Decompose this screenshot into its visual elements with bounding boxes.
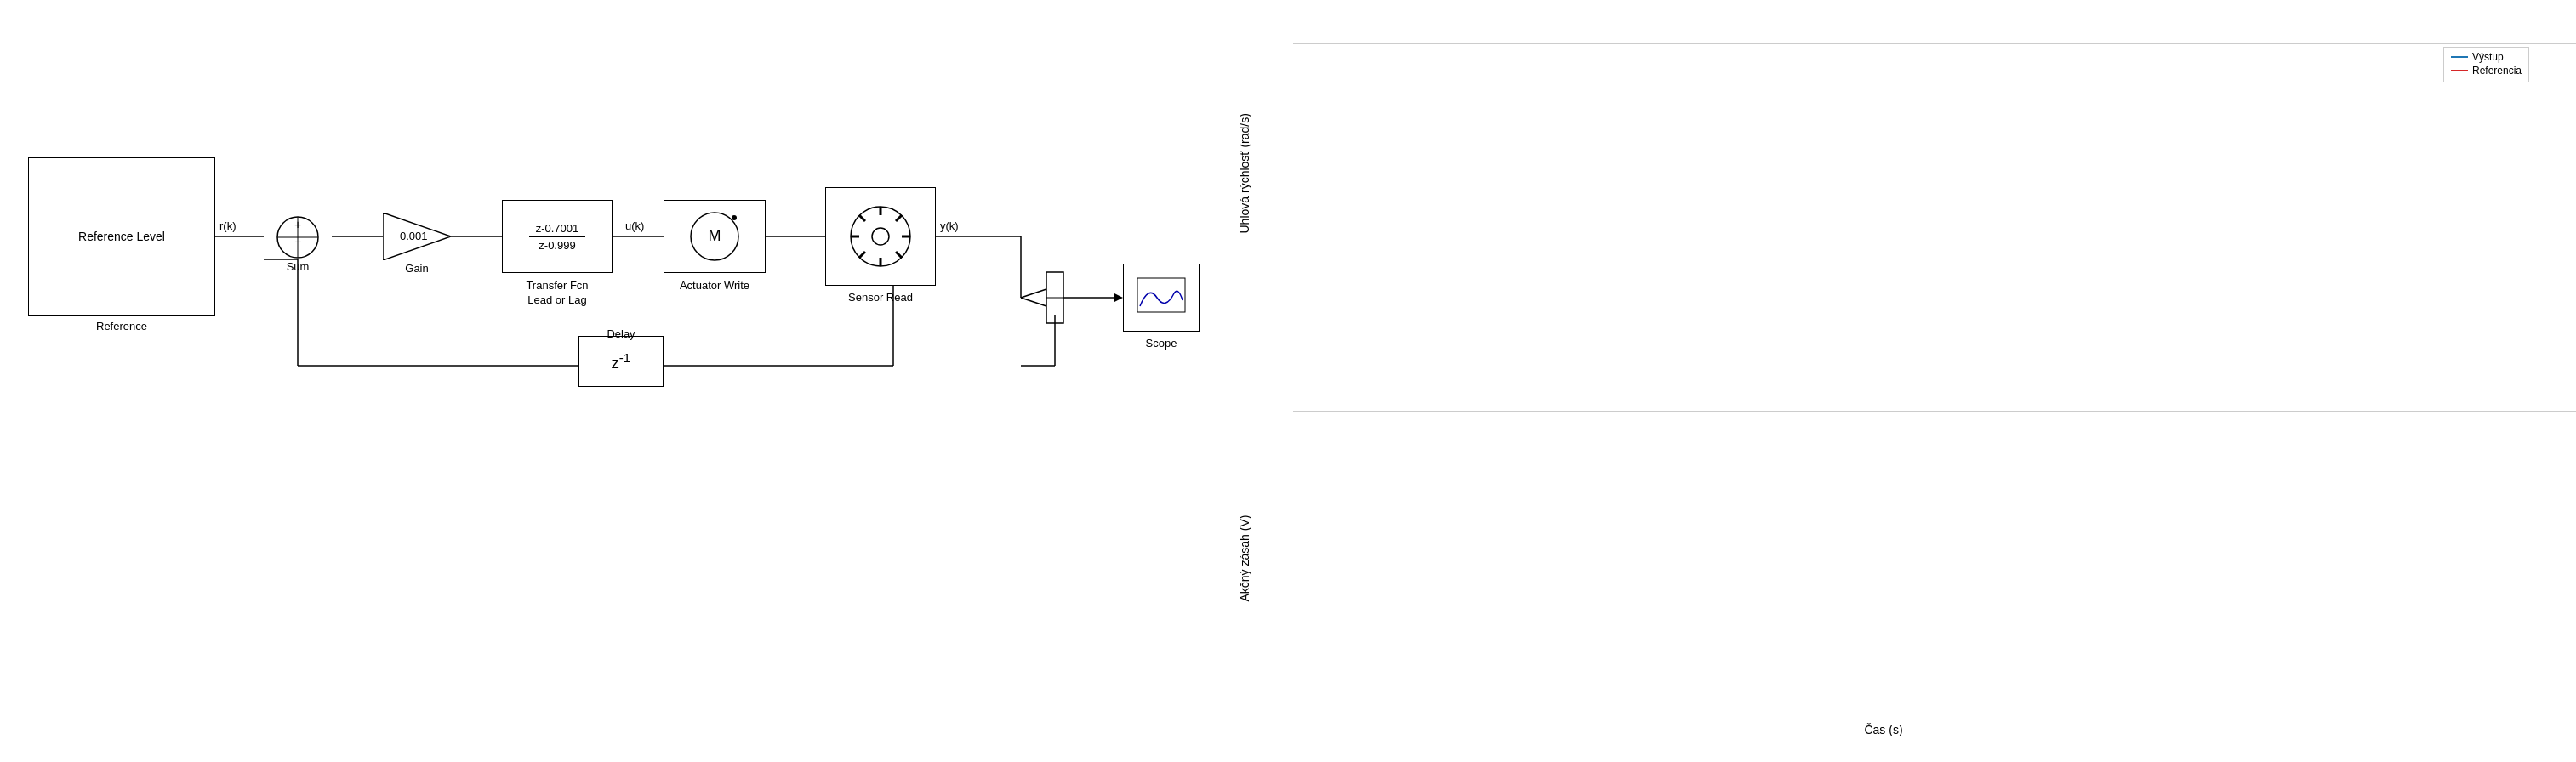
actuator-write-block: M xyxy=(664,200,766,273)
chart2-area: 0 2 4 6 8 10 12 14 16 18 20 1 2 3 4 5 xyxy=(1293,411,2576,412)
legend1-reference: Referencia xyxy=(2472,65,2522,77)
chart2-xlabel: Čas (s) xyxy=(1864,723,1902,736)
svg-line-11 xyxy=(1021,298,1046,306)
tf-denominator: z-0.999 xyxy=(532,237,582,253)
svg-marker-17 xyxy=(1114,293,1123,302)
sensor-read-block xyxy=(825,187,936,286)
svg-text:M: M xyxy=(709,227,721,244)
svg-point-33 xyxy=(732,215,737,220)
gain-block: 0.001 Gain xyxy=(383,213,451,260)
svg-point-35 xyxy=(872,228,889,245)
chart1: Uhlová rýchlosť (rad/s) xyxy=(1217,17,2550,377)
scope-label: Scope xyxy=(1123,337,1200,350)
sensor-label: Sensor Read xyxy=(825,291,936,304)
sum-block: + − Sum xyxy=(264,216,332,259)
svg-text:0.001: 0.001 xyxy=(400,230,428,242)
svg-text:r(k): r(k) xyxy=(219,219,237,232)
transfer-fcn-block: z-0.7001 z-0.999 xyxy=(502,200,613,273)
reference-label: Reference Level xyxy=(78,230,165,243)
chart2-ylabel: Akčný zásah (V) xyxy=(1238,529,1251,601)
svg-text:y(k): y(k) xyxy=(940,219,959,232)
charts-panel: Uhlová rýchlosť (rad/s) xyxy=(1191,0,2576,762)
chart1-ylabel: Uhlová rýchlosť (rad/s) xyxy=(1238,161,1251,233)
svg-rect-44 xyxy=(1137,278,1185,312)
tf-label: Transfer FcnLead or Lag xyxy=(502,279,613,308)
gain-label: Gain xyxy=(383,262,451,275)
delay-value: z-1 xyxy=(612,350,630,372)
delay-block: z-1 xyxy=(578,336,664,387)
legend1-output: Výstup xyxy=(2472,51,2504,63)
simulink-diagram: r(k) u(k) y(k) xyxy=(0,0,1191,762)
scope-block xyxy=(1123,264,1200,332)
reference-block: Reference Level xyxy=(28,157,215,316)
chart1-area: 0 2 4 6 8 10 12 14 16 18 20 0 500 1000 1… xyxy=(1293,43,2576,44)
sum-label: Sum xyxy=(264,260,332,273)
tf-numerator: z-0.7001 xyxy=(529,220,586,237)
svg-rect-12 xyxy=(1046,272,1063,323)
reference-sublabel: Reference xyxy=(28,320,215,333)
delay-label: Delay xyxy=(578,327,664,340)
svg-line-10 xyxy=(1021,289,1046,298)
chart2: Akčný zásah (V) xyxy=(1217,385,2550,745)
actuator-label: Actuator Write xyxy=(664,279,766,292)
chart1-legend: Výstup Referencia xyxy=(2443,47,2529,82)
svg-text:u(k): u(k) xyxy=(625,219,644,232)
